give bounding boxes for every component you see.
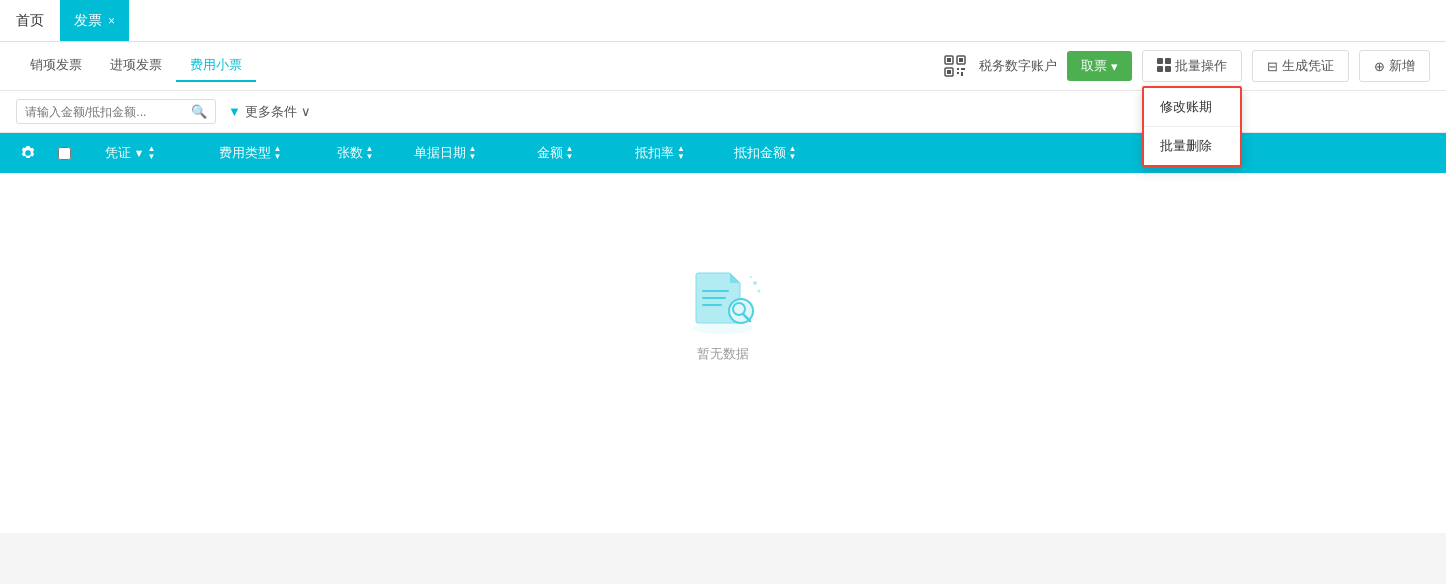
invoice-tab[interactable]: 发票 ×: [60, 0, 129, 41]
select-all-checkbox[interactable]: [58, 147, 71, 160]
empty-state: 暂无数据: [0, 173, 1446, 403]
svg-rect-6: [957, 68, 959, 70]
svg-point-15: [693, 322, 753, 334]
th-date: 单据日期 ▲▼: [390, 144, 500, 162]
voucher-sort[interactable]: ▲▼: [147, 145, 155, 161]
search-icon[interactable]: 🔍: [191, 104, 207, 119]
voucher-filter-icon[interactable]: ▼: [134, 147, 145, 159]
qr-code-icon[interactable]: [941, 52, 969, 80]
expense-type-sort[interactable]: ▲▼: [274, 145, 282, 161]
take-ticket-chevron: ▾: [1111, 59, 1118, 74]
svg-rect-12: [1165, 58, 1171, 64]
main-toolbar: 销项发票 进项发票 费用小票 税务数字账户 取票 ▾: [0, 42, 1446, 91]
modify-period-item[interactable]: 修改账期: [1144, 88, 1240, 126]
deduct-amount-sort[interactable]: ▲▼: [789, 145, 797, 161]
tab-expense-receipt[interactable]: 费用小票: [176, 50, 256, 82]
home-nav-item[interactable]: 首页: [0, 0, 60, 41]
more-conditions-label: 更多条件: [245, 103, 297, 121]
th-gear[interactable]: [8, 145, 48, 161]
invoice-tab-label: 发票: [74, 12, 102, 30]
top-nav: 首页 发票 ×: [0, 0, 1446, 42]
batch-op-label: 批量操作: [1175, 57, 1227, 75]
filter-icon: ▼: [228, 104, 241, 119]
sub-tabs: 销项发票 进项发票 费用小票: [16, 50, 256, 82]
svg-point-24: [750, 276, 752, 278]
svg-point-22: [753, 281, 757, 285]
svg-rect-8: [957, 72, 959, 74]
batch-op-button[interactable]: 批量操作: [1142, 50, 1242, 82]
count-sort[interactable]: ▲▼: [366, 145, 374, 161]
gen-voucher-button[interactable]: ⊟ 生成凭证: [1252, 50, 1349, 82]
gen-voucher-label: 生成凭证: [1282, 57, 1334, 75]
batch-op-dropdown: 修改账期 批量删除: [1142, 86, 1242, 167]
content-area: 凭证 ▼ ▲▼ 费用类型 ▲▼ 张数 ▲▼ 单据日期 ▲▼ 金额 ▲▼ 抵扣率 …: [0, 133, 1446, 533]
amount-sort[interactable]: ▲▼: [566, 145, 574, 161]
add-button[interactable]: ⊕ 新增: [1359, 50, 1430, 82]
tab-sales-invoice[interactable]: 销项发票: [16, 50, 96, 82]
take-ticket-label: 取票: [1081, 57, 1107, 75]
th-checkbox[interactable]: [48, 147, 80, 160]
th-deduct-amount: 抵扣金额 ▲▼: [710, 144, 820, 162]
date-sort[interactable]: ▲▼: [469, 145, 477, 161]
take-ticket-button[interactable]: 取票 ▾: [1067, 51, 1132, 81]
add-icon: ⊕: [1374, 59, 1385, 74]
toolbar-right: 税务数字账户 取票 ▾ 批量操作 修改账期 批量删除: [941, 50, 1430, 82]
empty-illustration: [673, 253, 773, 333]
empty-state-text: 暂无数据: [697, 345, 749, 363]
th-expense-type: 费用类型 ▲▼: [180, 144, 320, 162]
svg-rect-3: [959, 58, 963, 62]
svg-rect-13: [1157, 66, 1163, 72]
tax-account-button[interactable]: 税务数字账户: [979, 57, 1057, 75]
svg-rect-14: [1165, 66, 1171, 72]
svg-rect-1: [947, 58, 951, 62]
batch-op-icon: [1157, 58, 1171, 75]
svg-point-23: [758, 290, 761, 293]
svg-rect-7: [961, 68, 963, 70]
batch-op-container: 批量操作 修改账期 批量删除: [1142, 50, 1242, 82]
more-conditions-button[interactable]: ▼ 更多条件 ∨: [228, 103, 311, 121]
svg-rect-9: [961, 72, 963, 76]
search-input-wrap: 🔍: [16, 99, 216, 124]
th-deduct-rate: 抵扣率 ▲▼: [610, 144, 710, 162]
svg-rect-10: [963, 68, 965, 70]
th-amount: 金额 ▲▼: [500, 144, 610, 162]
tab-purchase-invoice[interactable]: 进项发票: [96, 50, 176, 82]
svg-rect-11: [1157, 58, 1163, 64]
search-input[interactable]: [25, 105, 191, 119]
svg-rect-5: [947, 70, 951, 74]
chevron-down-icon: ∨: [301, 104, 311, 119]
th-count: 张数 ▲▼: [320, 144, 390, 162]
invoice-tab-close[interactable]: ×: [108, 14, 115, 28]
th-voucher: 凭证 ▼ ▲▼: [80, 144, 180, 162]
batch-delete-item[interactable]: 批量删除: [1144, 126, 1240, 165]
deduct-rate-sort[interactable]: ▲▼: [677, 145, 685, 161]
gen-voucher-icon: ⊟: [1267, 59, 1278, 74]
add-label: 新增: [1389, 57, 1415, 75]
